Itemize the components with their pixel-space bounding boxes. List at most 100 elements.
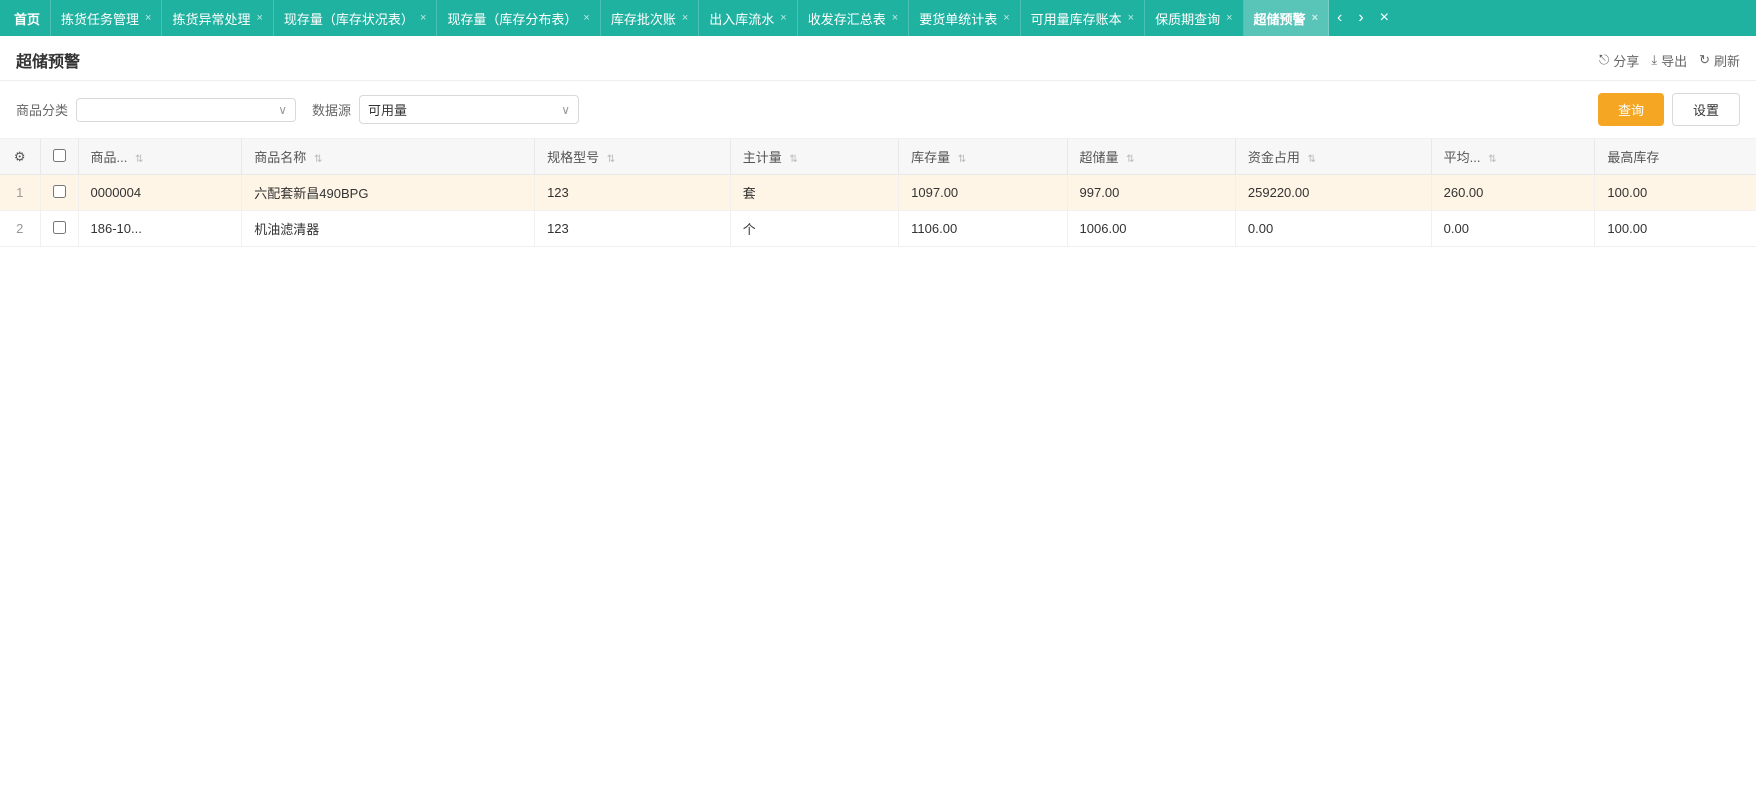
sort-icon-overstock-qty: ⇅ [1126,154,1134,165]
nav-close-avail-account[interactable]: × [1128,12,1134,24]
cell-overstock-qty: 1006.00 [1067,211,1235,247]
col-product-name[interactable]: 商品名称 ⇅ [242,139,535,175]
nav-close-inventory-dist[interactable]: × [583,12,589,24]
col-capital-occ-label: 资金占用 [1248,150,1300,165]
share-icon: ⎋ [1599,52,1609,68]
export-icon: ⤓ [1651,52,1657,68]
col-unit[interactable]: 主计量 ⇅ [730,139,898,175]
col-unit-label: 主计量 [743,150,782,165]
nav-item-inout-flow[interactable]: 出入库流水 × [699,0,797,36]
row-number: 2 [0,211,40,247]
nav-close-quality-check[interactable]: × [1226,12,1232,24]
nav-arrow-left[interactable]: ‹ [1329,0,1350,36]
cell-capital-occ: 259220.00 [1235,175,1431,211]
nav-close-order-stats[interactable]: × [1003,12,1009,24]
cell-capital-occ: 0.00 [1235,211,1431,247]
cell-avg: 260.00 [1431,175,1595,211]
nav-item-overstock-warn[interactable]: 超储预警 × [1244,0,1329,36]
nav-item-order-stats[interactable]: 要货单统计表 × [909,0,1020,36]
chevron-down-icon: ∨ [278,103,287,117]
page-area: 超储预警 ⎋ 分享 ⤓ 导出 ↻ 刷新 商品分类 ∨ 数据源 [0,36,1756,800]
data-source-value: 可用量 [368,100,407,119]
nav-overstock-warn-label: 超储预警 [1254,9,1306,28]
col-avg[interactable]: 平均... ⇅ [1431,139,1595,175]
product-category-filter: 商品分类 ∨ [16,98,296,122]
cell-stock-qty: 1097.00 [899,175,1067,211]
product-category-select[interactable]: ∨ [76,98,296,122]
nav-item-avail-account[interactable]: 可用量库存账本 × [1021,0,1145,36]
table-row: 1 0000004 六配套新昌490BPG 123 套 1097.00 997.… [0,175,1756,211]
top-navigation: 首页 拣货任务管理 × 拣货异常处理 × 现存量（库存状况表） × 现存量（库存… [0,0,1756,36]
cell-unit: 个 [730,211,898,247]
data-source-filter: 数据源 可用量 ∨ [312,95,579,124]
query-button[interactable]: 查询 [1598,93,1664,126]
col-product-name-label: 商品名称 [254,150,306,165]
nav-item-inventory-dist[interactable]: 现存量（库存分布表） × [437,0,600,36]
data-source-label: 数据源 [312,100,351,119]
nav-item-recv-summary[interactable]: 收发存汇总表 × [798,0,909,36]
nav-avail-account-label: 可用量库存账本 [1031,9,1122,28]
nav-close-batch-account[interactable]: × [682,12,688,24]
cell-spec: 123 [535,175,731,211]
nav-item-quality-check[interactable]: 保质期查询 × [1145,0,1243,36]
row-checkbox[interactable] [53,185,66,198]
cell-overstock-qty: 997.00 [1067,175,1235,211]
header-actions: ⎋ 分享 ⤓ 导出 ↻ 刷新 [1599,51,1740,70]
share-button[interactable]: ⎋ 分享 [1599,51,1639,70]
page-header: 超储预警 ⎋ 分享 ⤓ 导出 ↻ 刷新 [0,36,1756,81]
sort-icon-product-name: ⇅ [314,154,322,165]
col-capital-occ[interactable]: 资金占用 ⇅ [1235,139,1431,175]
nav-close-overstock-warn[interactable]: × [1312,12,1318,24]
nav-close-inventory-status[interactable]: × [420,12,426,24]
cell-unit: 套 [730,175,898,211]
nav-close-inout-flow[interactable]: × [780,12,786,24]
cell-max-stock: 100.00 [1595,175,1756,211]
cell-avg: 0.00 [1431,211,1595,247]
col-spec[interactable]: 规格型号 ⇅ [535,139,731,175]
nav-batch-account-label: 库存批次账 [611,9,676,28]
cell-product-name: 机油滤清器 [242,211,535,247]
col-spec-label: 规格型号 [547,150,599,165]
settings-button[interactable]: 设置 [1672,93,1740,126]
col-max-stock-label: 最高库存 [1607,150,1659,165]
row-checkbox-cell [40,211,78,247]
refresh-label: 刷新 [1714,51,1740,70]
col-stock-qty[interactable]: 库存量 ⇅ [899,139,1067,175]
nav-item-abnormal[interactable]: 拣货异常处理 × [162,0,273,36]
row-checkbox-cell [40,175,78,211]
page-title: 超储预警 [16,48,80,72]
product-category-label: 商品分类 [16,100,68,119]
nav-close-abnormal[interactable]: × [256,12,262,24]
nav-arrow-right[interactable]: › [1350,0,1371,36]
data-table: ⚙ 商品... ⇅ 商品名称 ⇅ 规格型号 ⇅ [0,139,1756,247]
col-avg-label: 平均... [1444,150,1481,165]
export-button[interactable]: ⤓ 导出 [1651,51,1687,70]
refresh-button[interactable]: ↻ 刷新 [1699,51,1740,70]
sort-icon-unit: ⇅ [789,154,797,165]
select-all-checkbox[interactable] [53,149,66,162]
refresh-icon: ↻ [1699,52,1710,68]
cell-max-stock: 100.00 [1595,211,1756,247]
cell-product-code: 186-10... [78,211,242,247]
nav-arrow-close[interactable]: × [1372,0,1397,36]
sort-icon-product-code: ⇅ [135,154,143,165]
nav-close-task-mgmt[interactable]: × [145,12,151,24]
nav-item-home[interactable]: 首页 [4,0,51,36]
nav-item-batch-account[interactable]: 库存批次账 × [601,0,699,36]
col-max-stock[interactable]: 最高库存 [1595,139,1756,175]
nav-quality-check-label: 保质期查询 [1155,9,1220,28]
cell-product-name: 六配套新昌490BPG [242,175,535,211]
nav-close-recv-summary[interactable]: × [892,12,898,24]
table-row: 2 186-10... 机油滤清器 123 个 1106.00 1006.00 … [0,211,1756,247]
col-settings[interactable]: ⚙ [0,139,40,175]
col-product-code-label: 商品... [91,150,128,165]
col-product-code[interactable]: 商品... ⇅ [78,139,242,175]
nav-item-inventory-status[interactable]: 现存量（库存状况表） × [274,0,437,36]
row-checkbox[interactable] [53,221,66,234]
nav-item-task-mgmt[interactable]: 拣货任务管理 × [51,0,162,36]
col-stock-qty-label: 库存量 [911,150,950,165]
cell-product-code: 0000004 [78,175,242,211]
settings-icon: ⚙ [14,149,26,164]
data-source-select[interactable]: 可用量 ∨ [359,95,579,124]
col-overstock-qty[interactable]: 超储量 ⇅ [1067,139,1235,175]
